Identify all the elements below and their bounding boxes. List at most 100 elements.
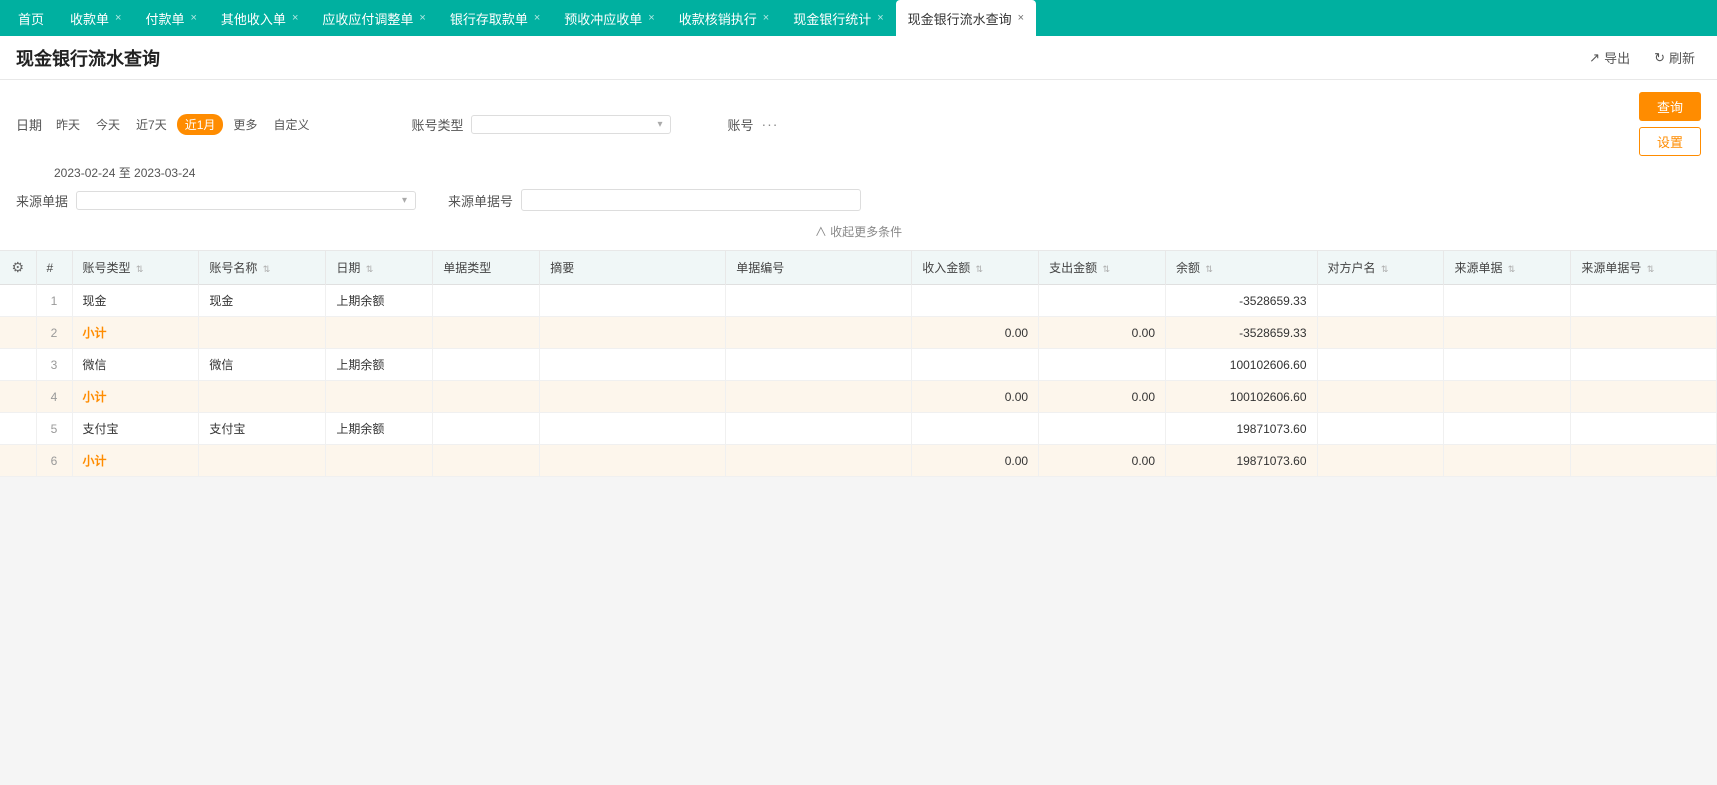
col-source-doc-header[interactable]: 来源单据 ⇅	[1444, 251, 1571, 285]
source-doc-no-input[interactable]	[521, 189, 861, 211]
close-tab-ar-adjust-icon[interactable]: ×	[419, 12, 425, 24]
account-type-chevron-icon: ▾	[657, 119, 662, 130]
row-counterpart-cell	[1317, 285, 1444, 317]
close-tab-other-income-icon[interactable]: ×	[292, 12, 298, 24]
source-doc-no-filter-group: 来源单据号	[448, 189, 861, 211]
row-account-name-cell	[199, 381, 326, 413]
close-tab-receipt-icon[interactable]: ×	[115, 12, 121, 24]
row-doc-type-cell	[433, 413, 540, 445]
date-filter-label: 日期	[16, 115, 42, 134]
header-actions: ↗ 导出 ↻ 刷新	[1583, 44, 1701, 71]
date-opt-7days[interactable]: 近7天	[130, 114, 173, 135]
row-account-type-cell: 小计	[72, 317, 199, 349]
tab-payment[interactable]: 付款单 ×	[133, 0, 208, 36]
row-account-type-cell: 现金	[72, 285, 199, 317]
row-doc-type-cell	[433, 445, 540, 477]
page-header: 现金银行流水查询 ↗ 导出 ↻ 刷新	[0, 36, 1717, 80]
row-summary-cell	[540, 381, 726, 413]
row-account-name-cell: 微信	[199, 349, 326, 381]
row-settings-cell	[0, 381, 36, 413]
row-summary-cell	[540, 349, 726, 381]
tab-pre-collect[interactable]: 预收冲应收单 ×	[552, 0, 666, 36]
date-opt-yesterday[interactable]: 昨天	[50, 114, 86, 135]
row-expense-cell: 0.00	[1039, 445, 1166, 477]
col-source-doc-no-header[interactable]: 来源单据号 ⇅	[1571, 251, 1717, 285]
tab-cash-bank-flow[interactable]: 现金银行流水查询 ×	[896, 0, 1036, 36]
row-expense-cell: 0.00	[1039, 317, 1166, 349]
date-opt-more[interactable]: 更多	[227, 114, 263, 135]
tab-collect-verify[interactable]: 收款核销执行 ×	[667, 0, 781, 36]
sort-source-doc-icon: ⇅	[1508, 264, 1516, 274]
row-date-cell: 上期余额	[326, 285, 433, 317]
settings-button[interactable]: 设置	[1639, 127, 1701, 156]
col-income-header[interactable]: 收入金额 ⇅	[912, 251, 1039, 285]
tab-other-income[interactable]: 其他收入单 ×	[209, 0, 310, 36]
row-doc-type-cell	[433, 349, 540, 381]
row-num-cell: 1	[36, 285, 72, 317]
close-tab-cash-bank-flow-icon[interactable]: ×	[1018, 12, 1024, 24]
row-account-type-cell: 支付宝	[72, 413, 199, 445]
tab-ar-adjust[interactable]: 应收应付调整单 ×	[310, 0, 437, 36]
refresh-button[interactable]: ↻ 刷新	[1648, 44, 1701, 71]
row-date-cell	[326, 381, 433, 413]
source-doc-select[interactable]: ▾	[76, 191, 416, 210]
row-account-type-cell: 小计	[72, 445, 199, 477]
col-settings[interactable]: ⚙	[0, 251, 36, 285]
source-doc-chevron-icon: ▾	[402, 195, 407, 206]
account-label: 账号	[727, 115, 753, 134]
col-account-name-header[interactable]: 账号名称 ⇅	[199, 251, 326, 285]
sort-expense-icon: ⇅	[1102, 264, 1110, 274]
row-counterpart-cell	[1317, 413, 1444, 445]
date-filter-group: 日期 昨天 今天 近7天 近1月 更多 自定义	[16, 114, 315, 135]
col-date-header[interactable]: 日期 ⇅	[326, 251, 433, 285]
close-tab-bank-deposit-icon[interactable]: ×	[534, 12, 540, 24]
nav-home[interactable]: 首页	[4, 9, 58, 28]
row-balance-cell: -3528659.33	[1166, 317, 1317, 349]
row-counterpart-cell	[1317, 445, 1444, 477]
table-area: ⚙ # 账号类型 ⇅ 账号名称 ⇅ 日期 ⇅ 单据类型	[0, 251, 1717, 477]
row-counterpart-cell	[1317, 349, 1444, 381]
row-income-cell: 0.00	[912, 381, 1039, 413]
row-balance-cell: 19871073.60	[1166, 445, 1317, 477]
date-opt-today[interactable]: 今天	[90, 114, 126, 135]
row-account-name-cell	[199, 445, 326, 477]
date-opt-custom[interactable]: 自定义	[267, 114, 315, 135]
sort-income-icon: ⇅	[976, 264, 984, 274]
sort-date-icon: ⇅	[366, 264, 374, 274]
row-account-type-cell: 微信	[72, 349, 199, 381]
row-doc-no-cell	[726, 317, 912, 349]
row-doc-no-cell	[726, 285, 912, 317]
query-button[interactable]: 查询	[1639, 92, 1701, 121]
col-expense-header[interactable]: 支出金额 ⇅	[1039, 251, 1166, 285]
row-doc-no-cell	[726, 413, 912, 445]
row-balance-cell: 100102606.60	[1166, 349, 1317, 381]
page-title: 现金银行流水查询	[16, 45, 160, 71]
row-num-cell: 3	[36, 349, 72, 381]
table-gear-icon[interactable]: ⚙	[11, 259, 24, 275]
row-source-doc-no-cell	[1571, 445, 1717, 477]
row-account-name-cell: 现金	[199, 285, 326, 317]
close-tab-cash-bank-stat-icon[interactable]: ×	[877, 12, 883, 24]
row-income-cell: 0.00	[912, 317, 1039, 349]
tab-bank-deposit[interactable]: 银行存取款单 ×	[438, 0, 552, 36]
row-income-cell	[912, 413, 1039, 445]
close-tab-payment-icon[interactable]: ×	[190, 12, 196, 24]
row-account-name-cell: 支付宝	[199, 413, 326, 445]
source-doc-label: 来源单据	[16, 191, 68, 210]
collapse-bar[interactable]: ∧ 收起更多条件	[16, 219, 1701, 242]
action-buttons: 查询 设置	[1639, 92, 1701, 156]
export-button[interactable]: ↗ 导出	[1583, 44, 1636, 71]
close-tab-pre-collect-icon[interactable]: ×	[648, 12, 654, 24]
row-expense-cell: 0.00	[1039, 381, 1166, 413]
col-account-type-header[interactable]: 账号类型 ⇅	[72, 251, 199, 285]
account-more-icon[interactable]: ···	[761, 116, 778, 132]
col-balance-header[interactable]: 余额 ⇅	[1166, 251, 1317, 285]
date-opt-1month[interactable]: 近1月	[177, 114, 224, 135]
account-type-select[interactable]: ▾	[471, 115, 671, 134]
row-summary-cell	[540, 445, 726, 477]
tab-cash-bank-stat[interactable]: 现金银行统计 ×	[781, 0, 895, 36]
row-doc-no-cell	[726, 381, 912, 413]
col-counterpart-header[interactable]: 对方户名 ⇅	[1317, 251, 1444, 285]
tab-receipt[interactable]: 收款单 ×	[58, 0, 133, 36]
close-tab-collect-verify-icon[interactable]: ×	[763, 12, 769, 24]
